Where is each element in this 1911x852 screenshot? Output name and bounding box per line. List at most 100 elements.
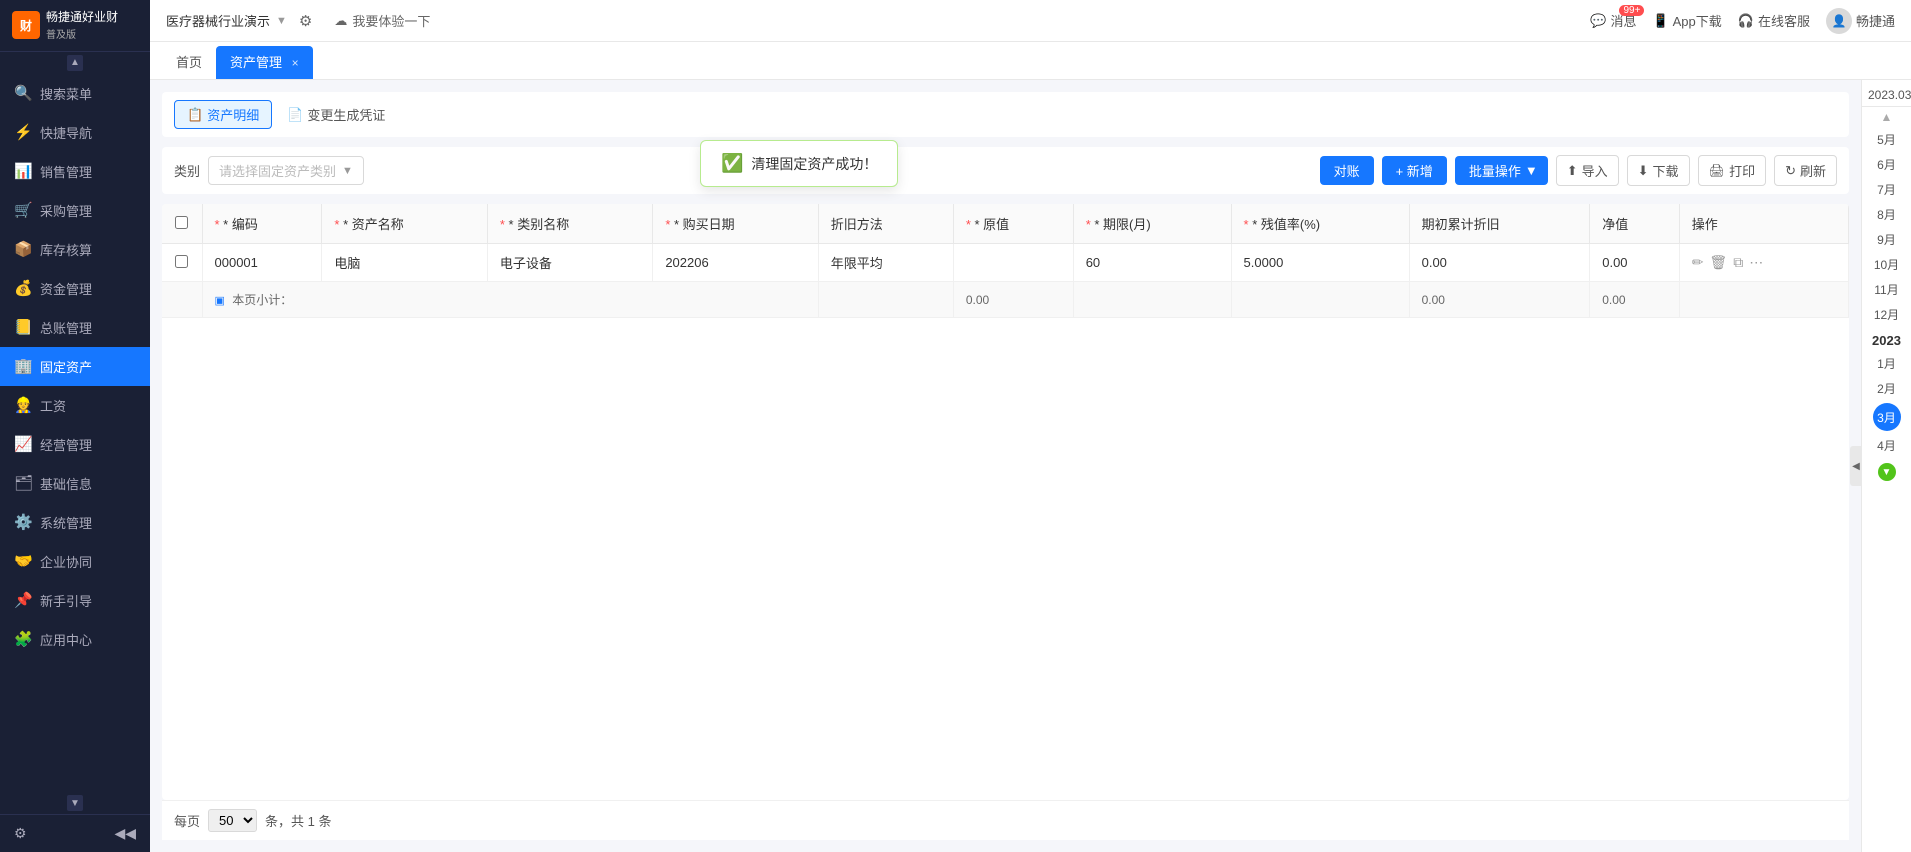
subtotal-dep-method xyxy=(818,282,953,318)
messages-btn[interactable]: 💬 消息 99+ xyxy=(1590,11,1636,30)
copy-icon[interactable]: ⧉ xyxy=(1733,254,1743,271)
month-scroll-down[interactable]: ▼ xyxy=(1862,458,1911,486)
purchase-icon: 🛒 xyxy=(14,201,32,219)
sub-tab-bar: 📋 资产明细 📄 变更生成凭证 xyxy=(162,92,1849,137)
import-label: 导入 xyxy=(1582,161,1608,180)
total-label: 条，共 1 条 xyxy=(265,811,331,830)
sidebar-item-system[interactable]: ⚙️ 系统管理 xyxy=(0,503,150,542)
topbar-gear-icon[interactable]: ⚙ xyxy=(299,12,312,30)
asset-detail-icon: 📋 xyxy=(187,107,203,123)
sidebar-item-funds[interactable]: 💰 资金管理 xyxy=(0,269,150,308)
sidebar-item-payroll[interactable]: 👷 工资 xyxy=(0,386,150,425)
print-icon: 🖨 xyxy=(1709,163,1726,179)
sidebar-item-fixed-assets[interactable]: 🏢 固定资产 xyxy=(0,347,150,386)
sidebar-item-sales[interactable]: 📊 销售管理 xyxy=(0,152,150,191)
user-avatar: 👤 xyxy=(1826,8,1852,34)
right-panel-header: 2023.03 xyxy=(1862,84,1911,107)
edit-icon[interactable]: ✏ xyxy=(1692,254,1704,271)
month-7[interactable]: 7月 xyxy=(1862,177,1911,202)
user-menu[interactable]: 👤 畅捷通 xyxy=(1826,8,1895,34)
sidebar-item-label: 企业协同 xyxy=(40,552,92,571)
month-8[interactable]: 8月 xyxy=(1862,202,1911,227)
batch-button[interactable]: 批量操作 ▼ xyxy=(1455,156,1548,185)
subtotal-empty xyxy=(162,282,202,318)
sub-tab-change-voucher[interactable]: 📄 变更生成凭证 xyxy=(274,100,398,129)
sidebar-item-app-center[interactable]: 🧩 应用中心 xyxy=(0,620,150,659)
print-button[interactable]: 🖨 打印 xyxy=(1698,155,1767,186)
sidebar-item-guide[interactable]: 📌 新手引导 xyxy=(0,581,150,620)
month-10[interactable]: 10月 xyxy=(1862,252,1911,277)
download-icon: ⬇ xyxy=(1638,163,1649,179)
sidebar-item-purchase[interactable]: 🛒 采购管理 xyxy=(0,191,150,230)
sidebar-item-enterprise[interactable]: 🤝 企业协同 xyxy=(0,542,150,581)
row-net-value: 0.00 xyxy=(1590,244,1679,282)
sidebar-item-label: 快捷导航 xyxy=(40,123,92,142)
sidebar-item-basic-info[interactable]: 🗂 基础信息 xyxy=(0,464,150,503)
fixed-assets-icon: 🏢 xyxy=(14,357,32,375)
asset-table-container: * 编码 * 资产名称 * 类别名称 * 购买日期 折旧方法 * 原值 * 期限… xyxy=(162,204,1849,800)
month-2[interactable]: 2月 xyxy=(1862,376,1911,401)
sidebar-scroll-down[interactable]: ▼ xyxy=(67,795,83,811)
refresh-button[interactable]: ↻ 刷新 xyxy=(1774,155,1837,186)
sidebar-item-quick-nav[interactable]: ⚡ 快捷导航 xyxy=(0,113,150,152)
import-button[interactable]: ⬆ 导入 xyxy=(1556,155,1619,186)
new-button[interactable]: + 新增 xyxy=(1382,156,1447,185)
month-12[interactable]: 12月 xyxy=(1862,302,1911,327)
app-edition: 普及版 xyxy=(46,26,118,41)
tab-asset-label: 资产管理 xyxy=(230,55,282,70)
row-checkbox[interactable] xyxy=(175,255,188,268)
tab-asset-management[interactable]: 资产管理 × xyxy=(216,46,313,79)
delete-icon[interactable]: 🗑 xyxy=(1709,254,1727,271)
sidebar-item-management[interactable]: 📈 经营管理 xyxy=(0,425,150,464)
settings-icon[interactable]: ⚙ xyxy=(14,825,27,842)
subtotal-icon: ▣ xyxy=(215,295,225,307)
experience-btn[interactable]: ☁ 我要体验一下 xyxy=(334,11,430,30)
more-icon[interactable]: ⋯ xyxy=(1749,254,1763,271)
app-logo-icon: 财 xyxy=(12,11,40,39)
company-arrow-icon: ▼ xyxy=(276,15,287,27)
subtotal-residual xyxy=(1231,282,1409,318)
tab-home[interactable]: 首页 xyxy=(166,46,212,79)
month-5[interactable]: 5月 xyxy=(1862,127,1911,152)
tab-close-icon[interactable]: × xyxy=(292,56,299,70)
online-service-btn[interactable]: 🎧 在线客服 xyxy=(1738,11,1810,30)
company-selector[interactable]: 医疗器械行业演示 ▼ xyxy=(166,11,287,30)
sidebar: 财 畅捷通好业财 普及版 ▲ 🔍 搜索菜单 ⚡ 快捷导航 📊 销售管理 🛒 采购… xyxy=(0,0,150,852)
per-page-select[interactable]: 50 xyxy=(208,809,257,832)
right-panel-toggle[interactable]: ◀ xyxy=(1850,446,1862,486)
month-scroll-up[interactable]: ▲ xyxy=(1862,107,1911,127)
month-11[interactable]: 11月 xyxy=(1862,277,1911,302)
reconcile-button[interactable]: 对账 xyxy=(1320,156,1374,185)
month-6[interactable]: 6月 xyxy=(1862,152,1911,177)
payroll-icon: 👷 xyxy=(14,396,32,414)
basic-info-icon: 🗂 xyxy=(14,474,32,492)
subtotal-label-cell: ▣ 本页小计： xyxy=(202,282,818,318)
sidebar-item-label: 库存核算 xyxy=(40,240,92,259)
print-label: 打印 xyxy=(1729,161,1755,180)
select-all-checkbox[interactable] xyxy=(175,216,188,229)
sidebar-item-label: 工资 xyxy=(40,396,66,415)
month-3-current[interactable]: 3月 xyxy=(1873,403,1901,431)
sidebar-item-label: 系统管理 xyxy=(40,513,92,532)
sidebar-item-inventory[interactable]: 📦 库存核算 xyxy=(0,230,150,269)
header-code: * 编码 xyxy=(202,204,322,244)
app-download-btn[interactable]: 📱 App下载 xyxy=(1652,11,1721,30)
collapse-icon[interactable]: ◀◀ xyxy=(114,825,136,842)
header-original-value: * 原值 xyxy=(953,204,1073,244)
batch-arrow-icon: ▼ xyxy=(1525,163,1538,178)
month-4[interactable]: 4月 xyxy=(1862,433,1911,458)
month-9[interactable]: 9月 xyxy=(1862,227,1911,252)
month-1[interactable]: 1月 xyxy=(1862,351,1911,376)
page-content: 📋 资产明细 📄 变更生成凭证 类别 请选择固定资产类别 ▼ xyxy=(150,80,1911,852)
sub-tab-asset-detail[interactable]: 📋 资产明细 xyxy=(174,100,272,129)
sidebar-scroll-up[interactable]: ▲ xyxy=(67,55,83,71)
download-button[interactable]: ⬇ 下载 xyxy=(1627,155,1690,186)
change-voucher-icon: 📄 xyxy=(287,107,303,123)
subtotal-original: 0.00 xyxy=(953,282,1073,318)
app-name: 畅捷通好业财 xyxy=(46,10,118,26)
sidebar-item-ledger[interactable]: 📒 总账管理 xyxy=(0,308,150,347)
category-select[interactable]: 请选择固定资产类别 ▼ xyxy=(208,156,364,185)
pagination: 每页 50 条，共 1 条 xyxy=(162,800,1849,840)
sidebar-item-search[interactable]: 🔍 搜索菜单 xyxy=(0,74,150,113)
table-header-row: * 编码 * 资产名称 * 类别名称 * 购买日期 折旧方法 * 原值 * 期限… xyxy=(162,204,1849,244)
